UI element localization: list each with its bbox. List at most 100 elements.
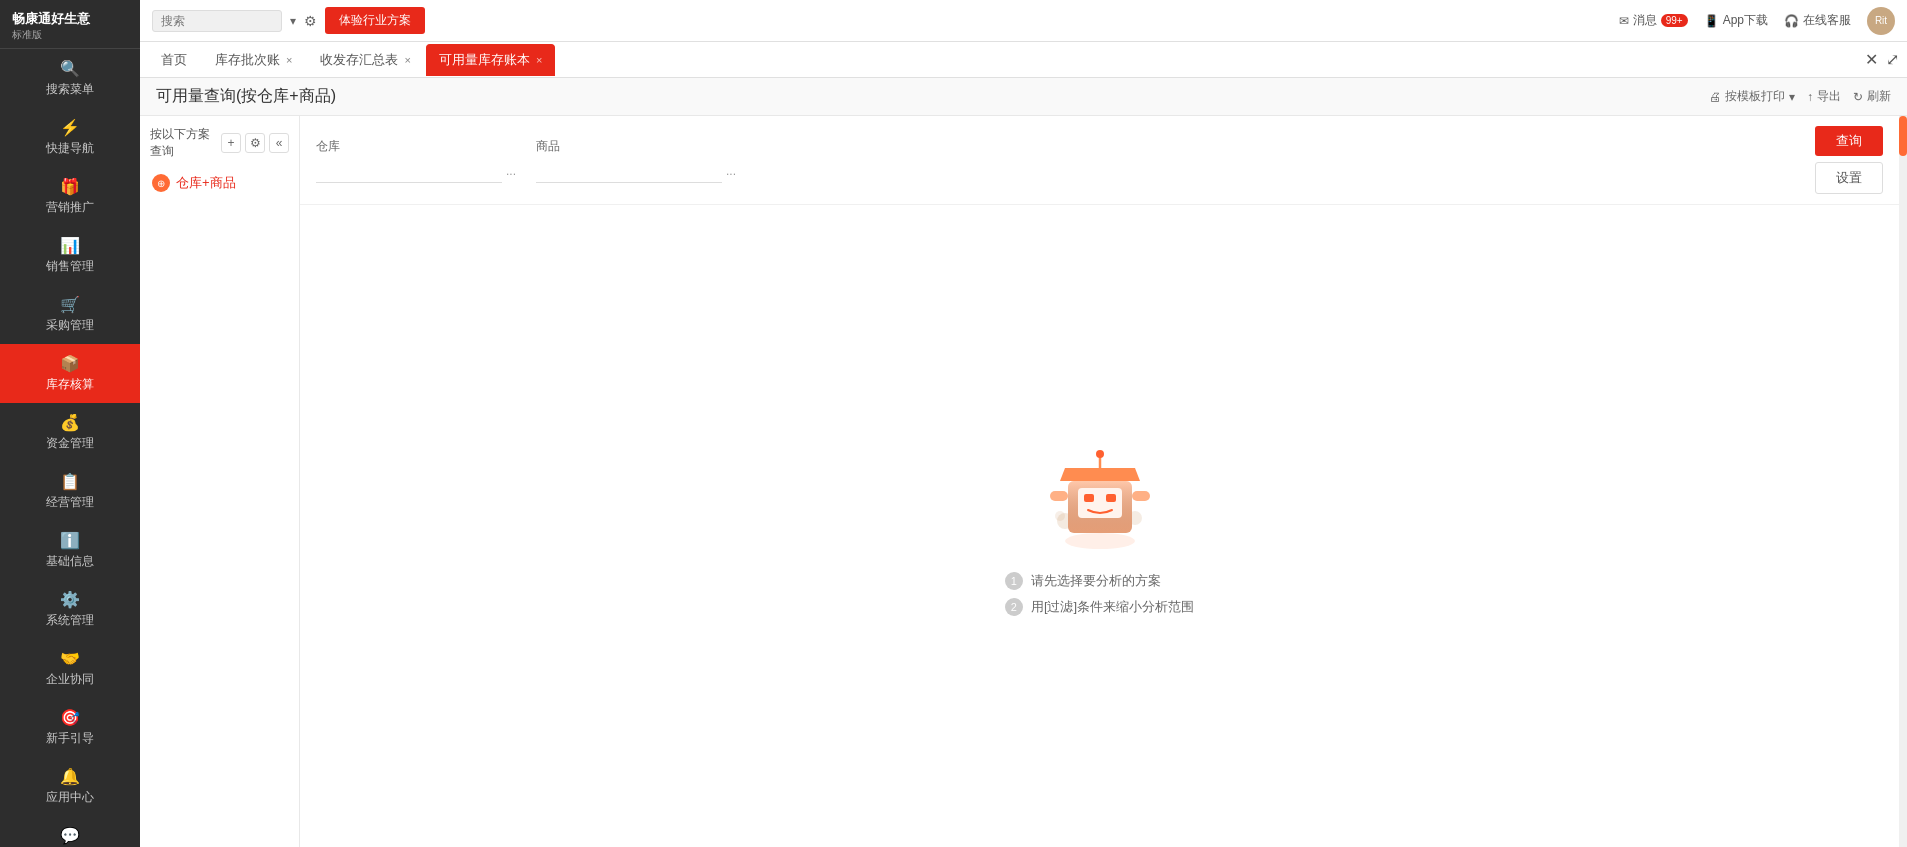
filter-actions: 查询 设置: [1815, 126, 1883, 194]
filter-bar: 仓库 ... 商品 ... 查询 设置: [300, 116, 1899, 205]
topbar-right: ✉ 消息 99+ 📱 App下载 🎧 在线客服 Rit: [1619, 7, 1895, 35]
svg-point-0: [1065, 533, 1135, 549]
tab-recv-summary[interactable]: 收发存汇总表 ×: [307, 44, 423, 76]
empty-hint-2: 2 用[过滤]条件来缩小分析范围: [1005, 598, 1194, 616]
tabbar: 首页 库存批次账 × 收发存汇总表 × 可用量库存账本 × ✕ ⤢: [140, 42, 1907, 78]
clipboard-icon: 📋: [60, 472, 80, 491]
target-icon: 🎯: [60, 708, 80, 727]
empty-svg: [1040, 436, 1160, 556]
sidebar-item-purchase[interactable]: 🛒 采购管理: [0, 285, 140, 344]
topbar-search-input[interactable]: [152, 10, 282, 32]
gift-icon: 🎁: [60, 177, 80, 196]
avatar: Rit: [1867, 7, 1895, 35]
tab-close-recv-summary[interactable]: ×: [404, 54, 410, 66]
goods-input[interactable]: [536, 159, 722, 183]
panel-title: 按以下方案查询: [150, 126, 221, 160]
bell-icon: 🔔: [60, 767, 80, 786]
query-button[interactable]: 查询: [1815, 126, 1883, 156]
print-button[interactable]: 🖨 按模板打印 ▾: [1709, 88, 1795, 105]
sidebar-item-marketing[interactable]: 🎁 营销推广: [0, 167, 140, 226]
sidebar-item-search[interactable]: 🔍 搜索菜单: [0, 49, 140, 108]
right-scrollbar: [1899, 116, 1907, 847]
hint-num-1: 1: [1005, 572, 1023, 590]
sidebar-item-basic-info[interactable]: ℹ️ 基础信息: [0, 521, 140, 580]
refresh-button[interactable]: ↻ 刷新: [1853, 88, 1891, 105]
box-icon: 📦: [60, 354, 80, 373]
export-button[interactable]: ↑ 导出: [1807, 88, 1841, 105]
svg-rect-13: [1132, 491, 1150, 501]
content-area: 按以下方案查询 + ⚙ « ⊕ 仓库+商品 仓库 ...: [140, 116, 1907, 847]
hint-num-2: 2: [1005, 598, 1023, 616]
left-panel: 按以下方案查询 + ⚙ « ⊕ 仓库+商品: [140, 116, 300, 847]
goods-filter: 商品 ...: [536, 138, 736, 183]
svg-point-11: [1096, 450, 1104, 458]
online-service-btn[interactable]: 🎧 在线客服: [1784, 12, 1851, 29]
close-all-tabs-btn[interactable]: ✕: [1865, 50, 1878, 69]
tab-close-inventory-batch[interactable]: ×: [286, 54, 292, 66]
sidebar-item-quicknav[interactable]: ⚡ 快捷导航: [0, 108, 140, 167]
sidebar-logo: 畅康通好生意 标准版: [0, 0, 140, 49]
message-btn[interactable]: ✉ 消息 99+: [1619, 12, 1688, 29]
tab-close-available-qty[interactable]: ×: [536, 54, 542, 66]
logo-sub-row: 标准版: [12, 28, 128, 42]
main-content: ▾ ⚙ 体验行业方案 ✉ 消息 99+ 📱 App下载 🎧 在线客服 Rit: [140, 0, 1907, 847]
message-badge: 99+: [1661, 14, 1688, 27]
sidebar-item-operations[interactable]: 📋 经营管理: [0, 462, 140, 521]
expand-tab-btn[interactable]: ⤢: [1886, 50, 1899, 69]
chat-icon: 💬: [60, 826, 80, 845]
empty-state: 1 请先选择要分析的方案 2 用[过滤]条件来缩小分析范围: [300, 205, 1899, 847]
tab-available-qty[interactable]: 可用量库存账本 ×: [426, 44, 555, 76]
collapse-panel-btn[interactable]: «: [269, 133, 289, 153]
info-icon: ℹ️: [60, 531, 80, 550]
topbar-gear-icon[interactable]: ⚙: [304, 13, 317, 29]
headset-icon: 🎧: [1784, 14, 1799, 28]
tab-inventory-batch[interactable]: 库存批次账 ×: [202, 44, 305, 76]
sidebar: 畅康通好生意 标准版 🔍 搜索菜单 ⚡ 快捷导航 🎁 营销推广 📊 销售管理 🛒…: [0, 0, 140, 847]
warehouse-more-btn[interactable]: ...: [506, 164, 516, 178]
empty-illustration: [1040, 436, 1160, 556]
trial-button[interactable]: 体验行业方案: [325, 7, 425, 34]
user-avatar[interactable]: Rit: [1867, 7, 1895, 35]
scheme-settings-btn[interactable]: ⚙: [245, 133, 265, 153]
tab-home[interactable]: 首页: [148, 44, 200, 76]
svg-rect-12: [1050, 491, 1068, 501]
svg-rect-9: [1106, 494, 1116, 502]
logo-title: 畅康通好生意: [12, 10, 128, 28]
add-scheme-btn[interactable]: +: [221, 133, 241, 153]
refresh-icon: ↻: [1853, 90, 1863, 104]
warehouse-input[interactable]: [316, 159, 502, 183]
handshake-icon: 🤝: [60, 649, 80, 668]
sidebar-item-sales[interactable]: 📊 销售管理: [0, 226, 140, 285]
svg-rect-8: [1084, 494, 1094, 502]
panel-actions: + ⚙ «: [221, 133, 289, 153]
scheme-icon: ⊕: [152, 174, 170, 192]
goods-label: 商品: [536, 138, 736, 155]
message-icon: ✉: [1619, 14, 1629, 28]
warehouse-label: 仓库: [316, 138, 516, 155]
empty-hint-1: 1 请先选择要分析的方案: [1005, 572, 1194, 590]
sidebar-item-newbie[interactable]: 🎯 新手引导: [0, 698, 140, 757]
search-icon: 🔍: [60, 59, 80, 78]
panel-header: 按以下方案查询 + ⚙ «: [140, 126, 299, 168]
svg-marker-6: [1060, 468, 1140, 481]
app-download-btn[interactable]: 📱 App下载: [1704, 12, 1768, 29]
topbar-dropdown-arrow[interactable]: ▾: [290, 14, 296, 28]
scheme-item-warehouse-goods[interactable]: ⊕ 仓库+商品: [140, 168, 299, 198]
sidebar-item-finance[interactable]: 💰 资金管理: [0, 403, 140, 462]
page-header-right: 🖨 按模板打印 ▾ ↑ 导出 ↻ 刷新: [1709, 88, 1891, 105]
right-panel: 仓库 ... 商品 ... 查询 设置: [300, 116, 1899, 847]
phone-icon: 📱: [1704, 14, 1719, 28]
page-title: 可用量查询(按仓库+商品): [156, 86, 336, 107]
sidebar-item-inventory[interactable]: 📦 库存核算: [0, 344, 140, 403]
print-icon: 🖨: [1709, 90, 1721, 104]
tabbar-right: ✕ ⤢: [1865, 50, 1899, 69]
sidebar-item-enterprise[interactable]: 🤝 企业协同: [0, 639, 140, 698]
warehouse-filter: 仓库 ...: [316, 138, 516, 183]
goods-more-btn[interactable]: ...: [726, 164, 736, 178]
svg-point-2: [1055, 511, 1065, 521]
settings-button[interactable]: 设置: [1815, 162, 1883, 194]
sidebar-item-weixin[interactable]: 💬 企业微信: [0, 816, 140, 847]
scrollbar-thumb[interactable]: [1899, 116, 1907, 156]
sidebar-item-system[interactable]: ⚙️ 系统管理: [0, 580, 140, 639]
sidebar-item-apps[interactable]: 🔔 应用中心: [0, 757, 140, 816]
